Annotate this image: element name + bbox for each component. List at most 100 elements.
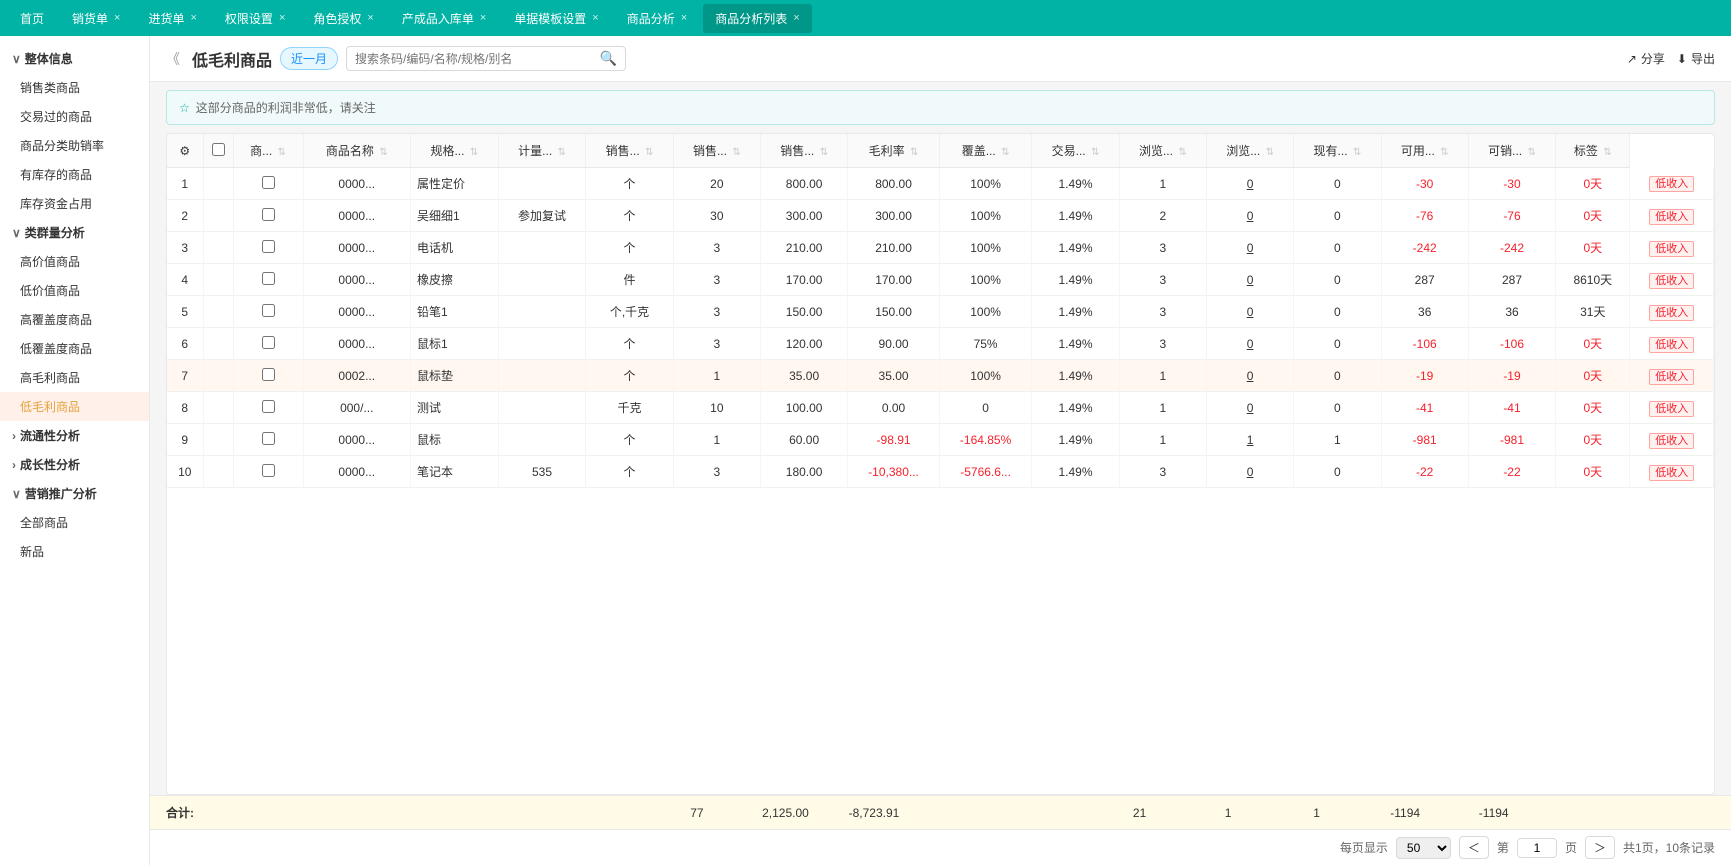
row-browse1[interactable]: 0 xyxy=(1206,200,1293,232)
row-checkbox[interactable] xyxy=(233,200,303,232)
sidebar-item-low-value[interactable]: 低价值商品 xyxy=(0,276,149,305)
sidebar-item-traded-products[interactable]: 交易过的商品 xyxy=(0,102,149,131)
filter-period-button[interactable]: 近一月 xyxy=(280,47,338,70)
close-icon[interactable]: × xyxy=(793,12,799,24)
row-settings[interactable] xyxy=(203,264,233,296)
row-browse1[interactable]: 0 xyxy=(1206,456,1293,488)
row-settings[interactable] xyxy=(203,168,233,200)
sidebar-item-sales-products[interactable]: 销售类商品 xyxy=(0,73,149,102)
collapse-button[interactable]: 《 xyxy=(166,49,180,69)
row-checkbox[interactable] xyxy=(233,360,303,392)
row-checkbox[interactable] xyxy=(233,456,303,488)
code-col-header[interactable]: 商... ⇅ xyxy=(233,134,303,168)
prev-page-button[interactable]: ＜ xyxy=(1459,836,1489,859)
row-select-checkbox[interactable] xyxy=(262,368,275,381)
row-checkbox[interactable] xyxy=(233,424,303,456)
row-settings[interactable] xyxy=(203,328,233,360)
available-col-header[interactable]: 可用... ⇅ xyxy=(1381,134,1468,168)
search-icon[interactable]: 🔍 xyxy=(600,50,617,67)
close-icon[interactable]: × xyxy=(114,12,120,24)
row-select-checkbox[interactable] xyxy=(262,304,275,317)
sidebar-item-all-products[interactable]: 全部商品 xyxy=(0,508,149,537)
nav-permissions[interactable]: 权限设置 × xyxy=(213,4,297,33)
sidebar-item-low-margin[interactable]: 低毛利商品 xyxy=(0,392,149,421)
current-col-header[interactable]: 现有... ⇅ xyxy=(1294,134,1381,168)
close-icon[interactable]: × xyxy=(367,12,373,24)
close-icon[interactable]: × xyxy=(480,12,486,24)
nav-role-auth[interactable]: 角色授权 × xyxy=(301,4,385,33)
row-select-checkbox[interactable] xyxy=(262,432,275,445)
unit-col-header[interactable]: 计量... ⇅ xyxy=(498,134,586,168)
sidebar-group-quantity[interactable]: ∨ 类群量分析 xyxy=(0,218,149,247)
row-settings[interactable] xyxy=(203,232,233,264)
row-checkbox[interactable] xyxy=(233,264,303,296)
close-icon[interactable]: × xyxy=(279,12,285,24)
sidebar-item-high-value[interactable]: 高价值商品 xyxy=(0,247,149,276)
row-settings[interactable] xyxy=(203,456,233,488)
row-checkbox[interactable] xyxy=(233,328,303,360)
row-select-checkbox[interactable] xyxy=(262,208,275,221)
checkbox-col-header[interactable] xyxy=(203,134,233,168)
row-checkbox[interactable] xyxy=(233,232,303,264)
transaction-col-header[interactable]: 交易... ⇅ xyxy=(1032,134,1119,168)
sidebar-group-marketing[interactable]: ∨ 营销推广分析 xyxy=(0,479,149,508)
sales-amount-col-header[interactable]: 销售... ⇅ xyxy=(673,134,760,168)
row-settings[interactable] xyxy=(203,200,233,232)
row-select-checkbox[interactable] xyxy=(262,240,275,253)
coverage-col-header[interactable]: 覆盖... ⇅ xyxy=(939,134,1032,168)
row-settings[interactable] xyxy=(203,360,233,392)
row-browse1[interactable]: 0 xyxy=(1206,360,1293,392)
spec-col-header[interactable]: 规格... ⇅ xyxy=(410,134,498,168)
next-page-button[interactable]: ＞ xyxy=(1585,836,1615,859)
sidebar-item-high-coverage[interactable]: 高覆盖度商品 xyxy=(0,305,149,334)
sidebar-group-liquidity[interactable]: › 流通性分析 xyxy=(0,421,149,450)
sales-profit-col-header[interactable]: 销售... ⇅ xyxy=(760,134,847,168)
close-icon[interactable]: × xyxy=(190,12,196,24)
row-browse1[interactable]: 0 xyxy=(1206,328,1293,360)
sidebar-item-in-stock[interactable]: 有库存的商品 xyxy=(0,160,149,189)
row-select-checkbox[interactable] xyxy=(262,400,275,413)
row-settings[interactable] xyxy=(203,392,233,424)
sidebar-item-low-coverage[interactable]: 低覆盖度商品 xyxy=(0,334,149,363)
select-all-checkbox[interactable] xyxy=(212,143,225,156)
sidebar-group-growth[interactable]: › 成长性分析 xyxy=(0,450,149,479)
share-button[interactable]: ↗ 分享 xyxy=(1627,50,1665,67)
row-browse1[interactable]: 0 xyxy=(1206,296,1293,328)
row-settings[interactable] xyxy=(203,424,233,456)
nav-home[interactable]: 首页 xyxy=(8,4,56,33)
nav-product-analysis-list[interactable]: 商品分析列表 × xyxy=(703,4,811,33)
row-select-checkbox[interactable] xyxy=(262,336,275,349)
saleable-col-header[interactable]: 可销... ⇅ xyxy=(1468,134,1555,168)
row-settings[interactable] xyxy=(203,296,233,328)
row-select-checkbox[interactable] xyxy=(262,464,275,477)
row-browse1[interactable]: 0 xyxy=(1206,392,1293,424)
row-select-checkbox[interactable] xyxy=(262,176,275,189)
gross-margin-col-header[interactable]: 毛利率 ⇅ xyxy=(848,134,940,168)
close-icon[interactable]: × xyxy=(592,12,598,24)
row-browse1[interactable]: 0 xyxy=(1206,232,1293,264)
page-size-select[interactable]: 50 100 200 xyxy=(1396,837,1451,859)
row-select-checkbox[interactable] xyxy=(262,272,275,285)
close-icon[interactable]: × xyxy=(681,12,687,24)
sidebar-item-new-products[interactable]: 新品 xyxy=(0,537,149,566)
row-browse1[interactable]: 0 xyxy=(1206,168,1293,200)
page-number-input[interactable] xyxy=(1517,838,1557,858)
browse2-col-header[interactable]: 浏览... ⇅ xyxy=(1206,134,1293,168)
row-checkbox[interactable] xyxy=(233,392,303,424)
nav-template[interactable]: 单据模板设置 × xyxy=(502,4,610,33)
sidebar-item-high-margin[interactable]: 高毛利商品 xyxy=(0,363,149,392)
nav-sales-order[interactable]: 销货单 × xyxy=(60,4,132,33)
settings-col-header[interactable]: ⚙ xyxy=(167,134,203,168)
row-browse1[interactable]: 1 xyxy=(1206,424,1293,456)
sidebar-item-category-rate[interactable]: 商品分类助销率 xyxy=(0,131,149,160)
search-input[interactable] xyxy=(355,52,600,66)
export-button[interactable]: ⬇ 导出 xyxy=(1677,50,1715,67)
nav-product-inbound[interactable]: 产成品入库单 × xyxy=(390,4,498,33)
row-checkbox[interactable] xyxy=(233,296,303,328)
sales-qty-col-header[interactable]: 销售... ⇅ xyxy=(586,134,673,168)
tag-col-header[interactable]: 标签 ⇅ xyxy=(1556,134,1630,168)
name-col-header[interactable]: 商品名称 ⇅ xyxy=(303,134,410,168)
sidebar-item-stock-funds[interactable]: 库存资金占用 xyxy=(0,189,149,218)
nav-product-analysis[interactable]: 商品分析 × xyxy=(615,4,699,33)
browse1-col-header[interactable]: 浏览... ⇅ xyxy=(1119,134,1206,168)
